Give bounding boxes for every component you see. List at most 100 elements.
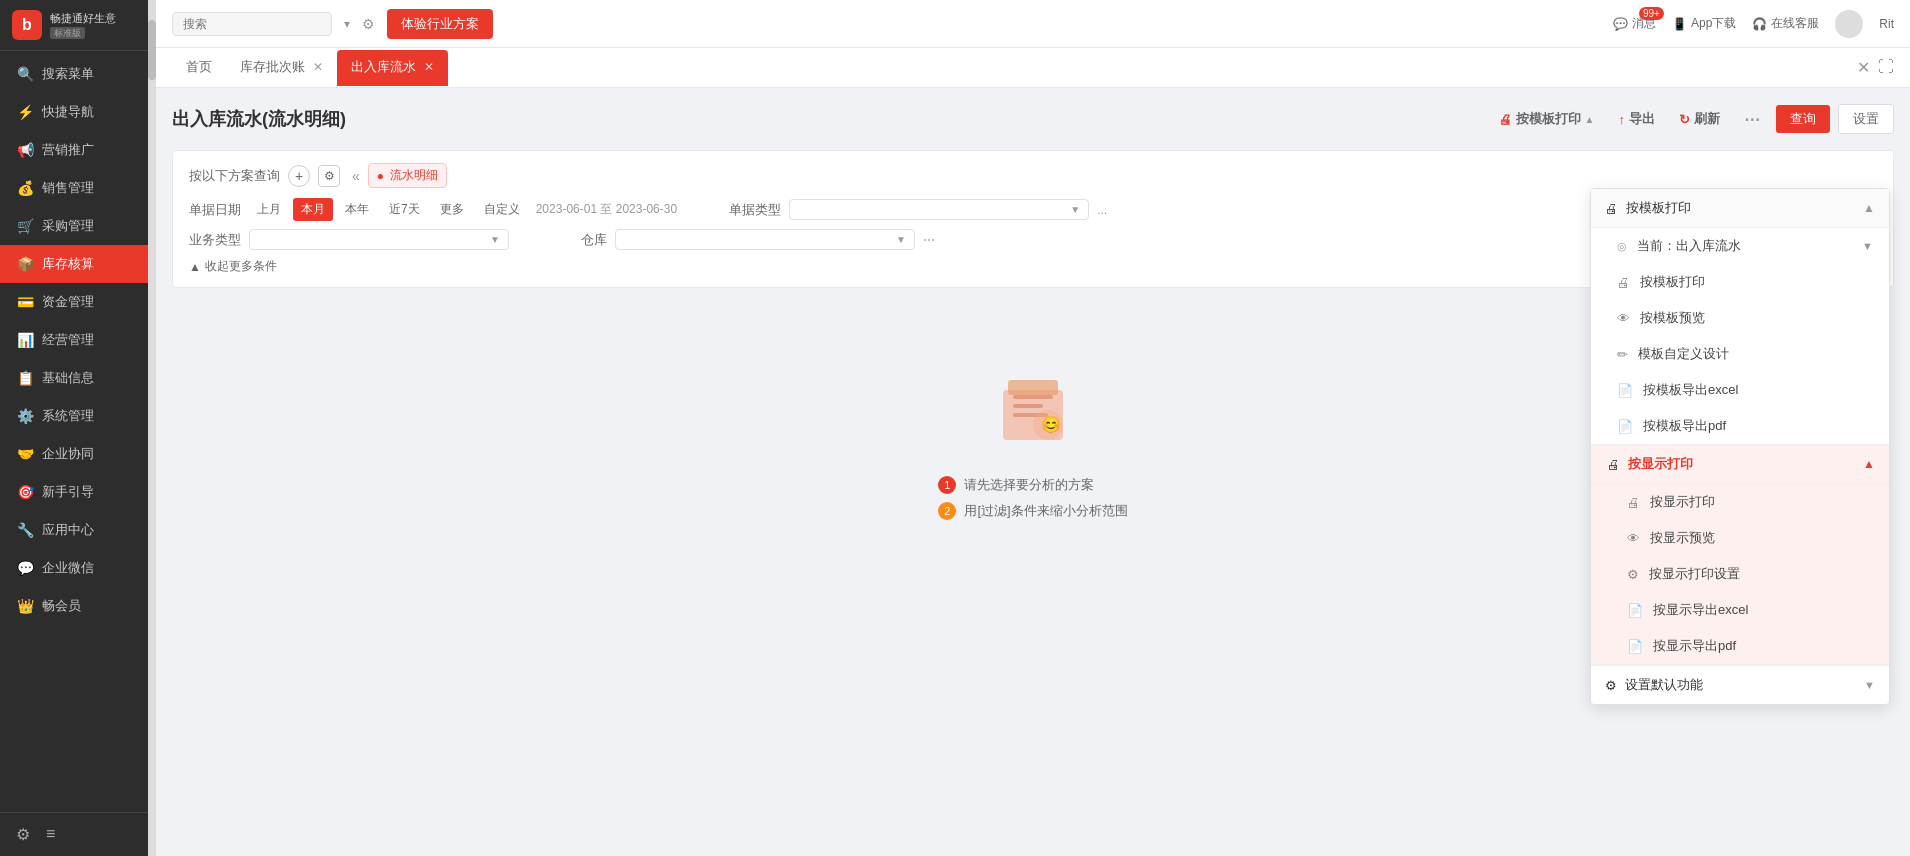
search-collapse-icon[interactable]: « — [352, 168, 360, 184]
sidebar-item-member[interactable]: 👑畅会员 — [0, 587, 148, 625]
sidebar-item-sales[interactable]: 💰 销售管理 — [0, 169, 148, 207]
template-item-4[interactable]: 📄按模板导出pdf — [1591, 408, 1889, 444]
nav-label-operations: 经营管理 — [42, 331, 94, 349]
date-opt-5[interactable]: 自定义 — [476, 198, 528, 221]
filter-tag[interactable]: ● 流水明细 — [368, 163, 447, 188]
tab-batch-account-close[interactable]: ✕ — [313, 60, 323, 74]
warehouse-more[interactable]: ⋯ — [923, 233, 935, 247]
tab-batch-account[interactable]: 库存批次账 ✕ — [226, 50, 337, 86]
brand-tag: 标准版 — [50, 27, 85, 39]
sidebar-item-purchase[interactable]: 🛒采购管理 — [0, 207, 148, 245]
settings-header-icon[interactable]: ⚙ — [362, 16, 375, 32]
online-service-label: 在线客服 — [1771, 15, 1819, 32]
settings-icon[interactable]: ⚙ — [16, 825, 30, 844]
tab-flow[interactable]: 出入库流水 ✕ — [337, 50, 448, 86]
date-opt-1[interactable]: 本月 — [293, 198, 333, 221]
system-icon: ⚙️ — [16, 407, 34, 425]
date-opt-0[interactable]: 上月 — [249, 198, 289, 221]
dropdown-current-item[interactable]: ◎ 当前：出入库流水 ▼ — [1591, 228, 1889, 264]
sidebar-item-apps[interactable]: 🔧应用中心 — [0, 511, 148, 549]
tabs-bar: 首页 库存批次账 ✕ 出入库流水 ✕ ✕ ⛶ — [156, 48, 1910, 88]
print-template-btn[interactable]: 🖨 按模板打印 ▲ — [1491, 106, 1603, 132]
sidebar-item-marketing[interactable]: 📢营销推广 — [0, 131, 148, 169]
date-opt-2[interactable]: 本年 — [337, 198, 377, 221]
message-icon-item[interactable]: 💬 消息 99+ — [1613, 15, 1656, 32]
dropdown-display-section[interactable]: 🖨 按显示打印 ▲ — [1591, 445, 1889, 484]
tab-expand-btn[interactable]: ⛶ — [1878, 58, 1894, 77]
date-opt-3[interactable]: 近7天 — [381, 198, 428, 221]
template-item-0[interactable]: 🖨按模板打印 — [1591, 264, 1889, 300]
display-chevron[interactable]: ▲ — [1863, 457, 1875, 471]
app-download-item[interactable]: 📱 App下载 — [1672, 15, 1736, 32]
sidebar-item-wechat[interactable]: 💬企业微信 — [0, 549, 148, 587]
warehouse-select[interactable]: ▼ — [615, 229, 915, 250]
more-actions-icon[interactable]: ⋯ — [1744, 110, 1760, 129]
search-add-btn[interactable]: + — [288, 165, 310, 187]
query-btn[interactable]: 查询 — [1776, 105, 1830, 133]
dropdown-footer[interactable]: ⚙ 设置默认功能 ▼ — [1591, 665, 1889, 704]
sidebar-nav: 🔍搜索菜单⚡快捷导航📢营销推广 💰 销售管理 🛒采购管理📦库存核算💳资金管理📊经营管理… — [0, 51, 148, 812]
menu-icon[interactable]: ≡ — [46, 825, 55, 844]
svg-text:😊: 😊 — [1041, 415, 1061, 434]
template-item-1[interactable]: 👁按模板预览 — [1591, 300, 1889, 336]
refresh-btn[interactable]: ↻ 刷新 — [1671, 106, 1728, 132]
date-field-label: 单据日期 — [189, 201, 241, 219]
display-icon-4: 📄 — [1627, 639, 1643, 654]
dropdown-header: 🖨 按模板打印 ▲ — [1591, 189, 1889, 228]
basic-icon: 📋 — [16, 369, 34, 387]
sidebar-item-operations[interactable]: 📊经营管理 — [0, 321, 148, 359]
sidebar-item-guide[interactable]: 🎯新手引导 — [0, 473, 148, 511]
nav-label-wechat: 企业微信 — [42, 559, 94, 577]
sidebar-item-collab[interactable]: 🤝企业协同 — [0, 435, 148, 473]
collab-icon: 🤝 — [16, 445, 34, 463]
current-print-icon: ◎ — [1617, 240, 1627, 253]
sidebar-item-finance[interactable]: 💳资金管理 — [0, 283, 148, 321]
current-arrow: ▼ — [1862, 240, 1873, 252]
tab-flow-close[interactable]: ✕ — [424, 60, 434, 74]
nav-label-purchase: 采购管理 — [42, 217, 94, 235]
sidebar-item-inventory[interactable]: 📦库存核算 — [0, 245, 148, 283]
brand-info: 畅捷通好生意 标准版 — [50, 11, 116, 40]
doc-type-select[interactable]: ▼ — [789, 199, 1089, 220]
display-item-1[interactable]: 👁按显示预览 — [1591, 520, 1889, 556]
display-item-2[interactable]: ⚙按显示打印设置 — [1591, 556, 1889, 592]
display-item-0[interactable]: 🖨按显示打印 — [1591, 484, 1889, 520]
sales-icon: 💰 — [16, 179, 34, 197]
user-search-input[interactable] — [172, 12, 332, 36]
page-title-row: 出入库流水(流水明细) 🖨 按模板打印 ▲ ↑ 导出 ↻ 刷新 — [172, 104, 1894, 134]
display-item-3[interactable]: 📄按显示导出excel — [1591, 592, 1889, 628]
doc-type-more[interactable]: ... — [1097, 203, 1107, 217]
display-item-4[interactable]: 📄按显示导出pdf — [1591, 628, 1889, 664]
collapse-label: 收起更多条件 — [205, 258, 277, 275]
dropdown-arrow[interactable]: ▾ — [344, 17, 350, 31]
template-icon-3: 📄 — [1617, 383, 1633, 398]
display-icon-0: 🖨 — [1627, 495, 1640, 510]
marketing-icon: 📢 — [16, 141, 34, 159]
step-1-num: 1 — [938, 476, 956, 494]
export-btn[interactable]: ↑ 导出 — [1611, 106, 1664, 132]
filter-tag-label: 流水明细 — [390, 167, 438, 184]
nav-label-sales: 销售管理 — [42, 179, 94, 197]
sidebar-item-quick-nav[interactable]: ⚡快捷导航 — [0, 93, 148, 131]
main-area: ▾ ⚙ 体验行业方案 💬 消息 99+ 📱 App下载 🎧 在线客服 — [156, 0, 1910, 856]
sidebar-item-system[interactable]: ⚙️系统管理 — [0, 397, 148, 435]
online-service-item[interactable]: 🎧 在线客服 — [1752, 15, 1819, 32]
user-avatar[interactable] — [1835, 10, 1863, 38]
dropdown-chevron-up[interactable]: ▲ — [1863, 201, 1875, 215]
trial-button[interactable]: 体验行业方案 — [387, 9, 493, 39]
tab-close-btn[interactable]: ✕ — [1857, 58, 1870, 77]
template-item-2[interactable]: ✏模板自定义设计 — [1591, 336, 1889, 372]
biz-type-select[interactable]: ▼ — [249, 229, 509, 250]
sidebar-scrollbar[interactable] — [148, 0, 156, 856]
sidebar-item-search[interactable]: 🔍搜索菜单 — [0, 55, 148, 93]
sidebar-item-basic[interactable]: 📋基础信息 — [0, 359, 148, 397]
apps-icon: 🔧 — [16, 521, 34, 539]
dropdown-display-items: 🖨按显示打印👁按显示预览⚙按显示打印设置📄按显示导出excel📄按显示导出pdf — [1591, 484, 1889, 664]
empty-illustration: 😊 — [983, 360, 1083, 460]
tab-home[interactable]: 首页 — [172, 50, 226, 86]
settings-btn[interactable]: 设置 — [1838, 104, 1894, 134]
search-config-btn[interactable]: ⚙ — [318, 165, 340, 187]
collapse-up-icon: ▲ — [189, 260, 201, 274]
template-item-3[interactable]: 📄按模板导出excel — [1591, 372, 1889, 408]
date-opt-4[interactable]: 更多 — [432, 198, 472, 221]
